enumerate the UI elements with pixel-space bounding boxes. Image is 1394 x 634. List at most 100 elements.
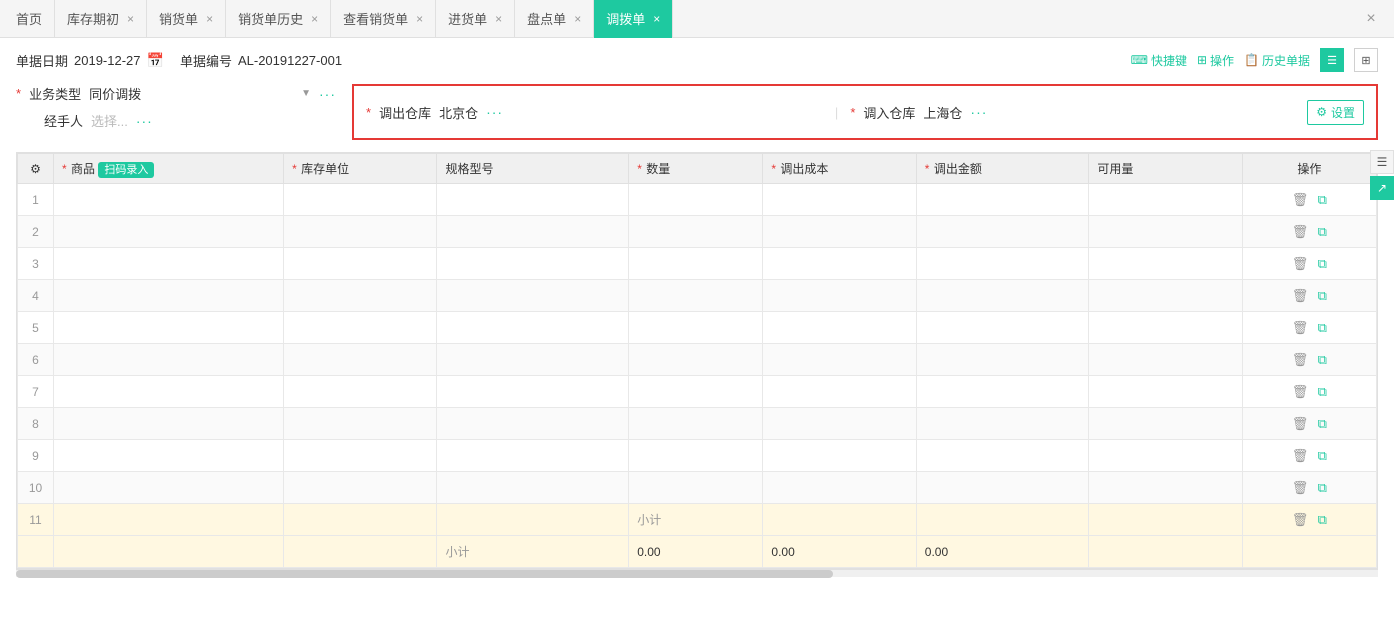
- row-8-spec[interactable]: [437, 408, 629, 440]
- row-8-amount[interactable]: [916, 408, 1089, 440]
- row-5-delete-icon[interactable]: 🗑: [1292, 320, 1309, 335]
- scroll-thumb[interactable]: [16, 570, 833, 578]
- row-6-spec[interactable]: [437, 344, 629, 376]
- row-1-unit[interactable]: [284, 184, 437, 216]
- row-3-copy-icon[interactable]: ⧉: [1318, 256, 1327, 271]
- row-2-unit[interactable]: [284, 216, 437, 248]
- row-2-amount[interactable]: [916, 216, 1089, 248]
- row-11-product[interactable]: [54, 504, 284, 536]
- tab-purchase[interactable]: 进货单 ×: [436, 0, 515, 38]
- row-9-delete-icon[interactable]: 🗑: [1292, 448, 1309, 463]
- row-2-qty[interactable]: [629, 216, 763, 248]
- business-type-select[interactable]: 同价调拨: [89, 84, 293, 103]
- row-3-cost[interactable]: [763, 248, 916, 280]
- handler-select[interactable]: 选择...: [91, 111, 128, 130]
- out-warehouse-dots[interactable]: ···: [486, 104, 503, 120]
- row-11-amount[interactable]: [916, 504, 1089, 536]
- row-3-avail[interactable]: [1089, 248, 1242, 280]
- row-11-copy-icon[interactable]: ⧉: [1318, 512, 1327, 527]
- table-header-gear[interactable]: ⚙: [18, 154, 54, 184]
- row-7-amount[interactable]: [916, 376, 1089, 408]
- row-10-product[interactable]: [54, 472, 284, 504]
- row-2-copy-icon[interactable]: ⧉: [1318, 224, 1327, 239]
- row-9-copy-icon[interactable]: ⧉: [1318, 448, 1327, 463]
- date-value[interactable]: 2019-12-27: [74, 53, 141, 68]
- row-8-unit[interactable]: [284, 408, 437, 440]
- row-4-product[interactable]: [54, 280, 284, 312]
- row-8-qty[interactable]: [629, 408, 763, 440]
- row-10-cost[interactable]: [763, 472, 916, 504]
- row-10-qty[interactable]: [629, 472, 763, 504]
- row-2-spec[interactable]: [437, 216, 629, 248]
- grid-view-button[interactable]: ⊞: [1354, 48, 1378, 72]
- row-5-avail[interactable]: [1089, 312, 1242, 344]
- row-6-delete-icon[interactable]: 🗑: [1292, 352, 1309, 367]
- row-7-cost[interactable]: [763, 376, 916, 408]
- row-5-amount[interactable]: [916, 312, 1089, 344]
- row-4-copy-icon[interactable]: ⧉: [1318, 288, 1327, 303]
- row-3-delete-icon[interactable]: 🗑: [1292, 256, 1309, 271]
- row-3-product[interactable]: [54, 248, 284, 280]
- row-3-amount[interactable]: [916, 248, 1089, 280]
- setting-button[interactable]: ⚙ 设置: [1307, 100, 1364, 125]
- row-1-product[interactable]: [54, 184, 284, 216]
- shortcuts-button[interactable]: ⌨ 快捷键: [1131, 52, 1187, 69]
- row-4-avail[interactable]: [1089, 280, 1242, 312]
- row-9-avail[interactable]: [1089, 440, 1242, 472]
- tab-sales-close[interactable]: ×: [206, 12, 213, 26]
- row-6-product[interactable]: [54, 344, 284, 376]
- row-7-qty[interactable]: [629, 376, 763, 408]
- list-view-button[interactable]: ☰: [1320, 48, 1344, 72]
- row-1-amount[interactable]: [916, 184, 1089, 216]
- row-9-amount[interactable]: [916, 440, 1089, 472]
- row-5-unit[interactable]: [284, 312, 437, 344]
- row-9-product[interactable]: [54, 440, 284, 472]
- horizontal-scrollbar[interactable]: [16, 569, 1378, 577]
- row-2-cost[interactable]: [763, 216, 916, 248]
- operations-button[interactable]: ⊞ 操作: [1197, 52, 1234, 69]
- row-5-product[interactable]: [54, 312, 284, 344]
- row-6-avail[interactable]: [1089, 344, 1242, 376]
- row-1-copy-icon[interactable]: ⧉: [1318, 192, 1327, 207]
- handler-dots[interactable]: ···: [136, 113, 153, 129]
- row-2-product[interactable]: [54, 216, 284, 248]
- row-4-amount[interactable]: [916, 280, 1089, 312]
- tab-stocktake[interactable]: 盘点单 ×: [515, 0, 594, 38]
- row-8-copy-icon[interactable]: ⧉: [1318, 416, 1327, 431]
- row-1-qty[interactable]: [629, 184, 763, 216]
- row-3-spec[interactable]: [437, 248, 629, 280]
- tab-transfer[interactable]: 调拨单 ×: [594, 0, 673, 38]
- row-6-copy-icon[interactable]: ⧉: [1318, 352, 1327, 367]
- row-5-cost[interactable]: [763, 312, 916, 344]
- out-warehouse-value[interactable]: 北京仓: [439, 103, 478, 122]
- row-1-avail[interactable]: [1089, 184, 1242, 216]
- tab-transfer-close[interactable]: ×: [653, 12, 660, 26]
- business-type-dropdown-arrow[interactable]: ▼: [301, 88, 311, 99]
- row-11-delete-icon[interactable]: 🗑: [1292, 512, 1309, 527]
- row-9-spec[interactable]: [437, 440, 629, 472]
- tab-inventory-close[interactable]: ×: [127, 12, 134, 26]
- row-3-qty[interactable]: [629, 248, 763, 280]
- row-4-delete-icon[interactable]: 🗑: [1292, 288, 1309, 303]
- tab-stocktake-close[interactable]: ×: [574, 12, 581, 26]
- calendar-icon[interactable]: 📅: [147, 52, 164, 69]
- row-9-unit[interactable]: [284, 440, 437, 472]
- row-1-spec[interactable]: [437, 184, 629, 216]
- row-7-avail[interactable]: [1089, 376, 1242, 408]
- sidebar-list-icon[interactable]: ☰: [1370, 150, 1394, 174]
- scan-badge[interactable]: 扫码录入: [98, 162, 154, 178]
- row-7-product[interactable]: [54, 376, 284, 408]
- row-1-delete-icon[interactable]: 🗑: [1292, 192, 1309, 207]
- tab-view-sales-close[interactable]: ×: [416, 12, 423, 26]
- row-5-copy-icon[interactable]: ⧉: [1318, 320, 1327, 335]
- tab-sales-history[interactable]: 销货单历史 ×: [226, 0, 331, 38]
- row-11-spec[interactable]: [437, 504, 629, 536]
- row-11-cost[interactable]: [763, 504, 916, 536]
- tab-purchase-close[interactable]: ×: [495, 12, 502, 26]
- row-8-delete-icon[interactable]: 🗑: [1292, 416, 1309, 431]
- row-4-unit[interactable]: [284, 280, 437, 312]
- row-10-spec[interactable]: [437, 472, 629, 504]
- row-3-unit[interactable]: [284, 248, 437, 280]
- row-9-cost[interactable]: [763, 440, 916, 472]
- row-9-qty[interactable]: [629, 440, 763, 472]
